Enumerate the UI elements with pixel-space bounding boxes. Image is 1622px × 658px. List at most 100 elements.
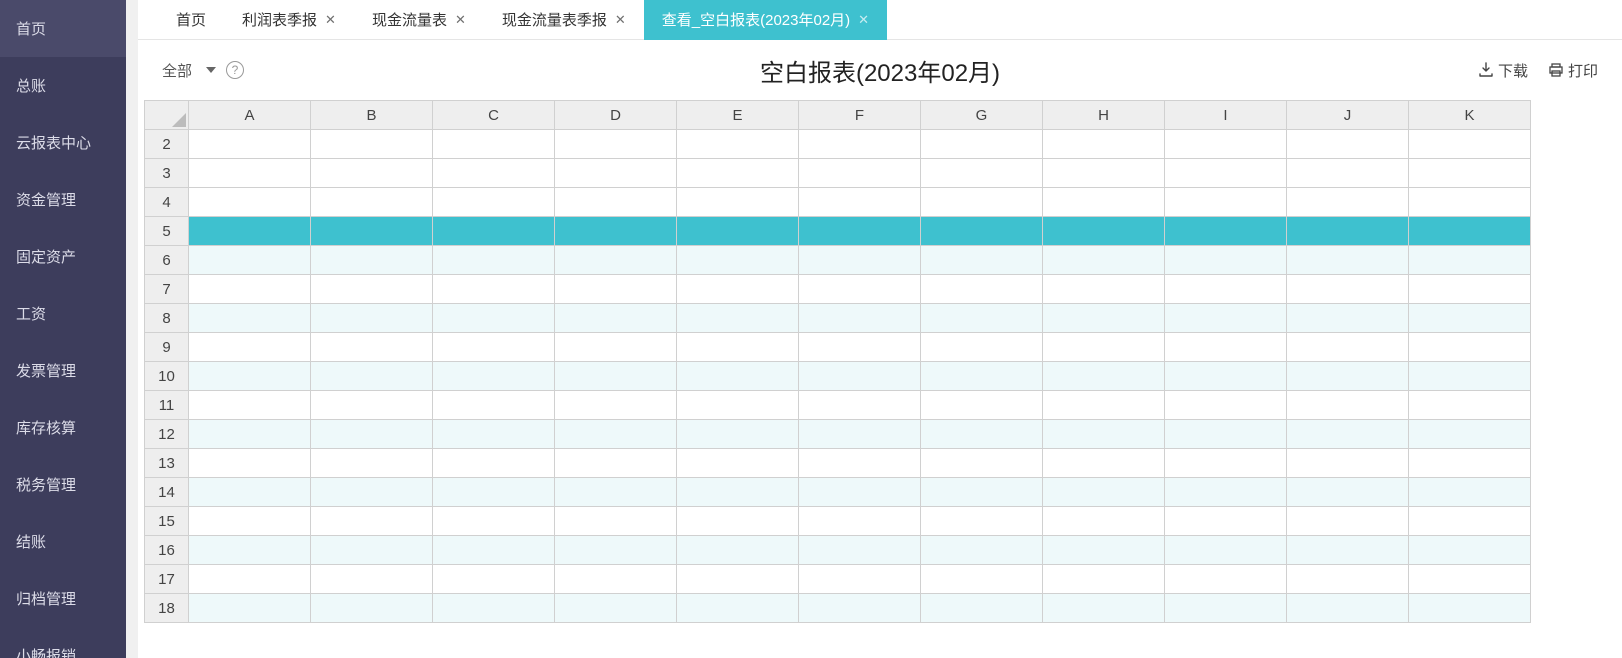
spreadsheet[interactable]: ABCDEFGHIJK23456789101112131415161718: [138, 100, 1622, 658]
cell-H14[interactable]: [1043, 478, 1165, 507]
cell-F18[interactable]: [799, 594, 921, 623]
cell-A15[interactable]: [189, 507, 311, 536]
tab-0[interactable]: 首页: [158, 0, 224, 40]
cell-A13[interactable]: [189, 449, 311, 478]
cell-K18[interactable]: [1409, 594, 1531, 623]
cell-B12[interactable]: [311, 420, 433, 449]
sidebar-item-8[interactable]: 税务管理: [0, 456, 126, 513]
cell-F2[interactable]: [799, 130, 921, 159]
cell-J15[interactable]: [1287, 507, 1409, 536]
cell-K8[interactable]: [1409, 304, 1531, 333]
cell-I17[interactable]: [1165, 565, 1287, 594]
print-button[interactable]: 打印: [1548, 60, 1598, 81]
cell-H9[interactable]: [1043, 333, 1165, 362]
column-header-E[interactable]: E: [677, 101, 799, 130]
cell-D13[interactable]: [555, 449, 677, 478]
column-header-A[interactable]: A: [189, 101, 311, 130]
cell-I9[interactable]: [1165, 333, 1287, 362]
cell-H3[interactable]: [1043, 159, 1165, 188]
sidebar-item-7[interactable]: 库存核算: [0, 399, 126, 456]
cell-K7[interactable]: [1409, 275, 1531, 304]
cell-G4[interactable]: [921, 188, 1043, 217]
cell-J11[interactable]: [1287, 391, 1409, 420]
cell-I2[interactable]: [1165, 130, 1287, 159]
cell-E16[interactable]: [677, 536, 799, 565]
cell-I15[interactable]: [1165, 507, 1287, 536]
cell-E13[interactable]: [677, 449, 799, 478]
cell-A7[interactable]: [189, 275, 311, 304]
cell-C14[interactable]: [433, 478, 555, 507]
cell-D18[interactable]: [555, 594, 677, 623]
cell-K13[interactable]: [1409, 449, 1531, 478]
cell-H11[interactable]: [1043, 391, 1165, 420]
cell-A8[interactable]: [189, 304, 311, 333]
cell-H5[interactable]: [1043, 217, 1165, 246]
cell-J13[interactable]: [1287, 449, 1409, 478]
cell-A16[interactable]: [189, 536, 311, 565]
cell-E8[interactable]: [677, 304, 799, 333]
cell-B13[interactable]: [311, 449, 433, 478]
cell-A18[interactable]: [189, 594, 311, 623]
row-header-14[interactable]: 14: [145, 478, 189, 507]
cell-C6[interactable]: [433, 246, 555, 275]
cell-I7[interactable]: [1165, 275, 1287, 304]
cell-E12[interactable]: [677, 420, 799, 449]
row-header-4[interactable]: 4: [145, 188, 189, 217]
cell-J10[interactable]: [1287, 362, 1409, 391]
tab-4[interactable]: 查看_空白报表(2023年02月)✕: [644, 0, 887, 40]
cell-A6[interactable]: [189, 246, 311, 275]
cell-H6[interactable]: [1043, 246, 1165, 275]
cell-J6[interactable]: [1287, 246, 1409, 275]
cell-H12[interactable]: [1043, 420, 1165, 449]
cell-K16[interactable]: [1409, 536, 1531, 565]
cell-C2[interactable]: [433, 130, 555, 159]
row-header-10[interactable]: 10: [145, 362, 189, 391]
cell-B2[interactable]: [311, 130, 433, 159]
cell-B9[interactable]: [311, 333, 433, 362]
cell-B15[interactable]: [311, 507, 433, 536]
cell-G6[interactable]: [921, 246, 1043, 275]
sidebar-item-6[interactable]: 发票管理: [0, 342, 126, 399]
cell-G17[interactable]: [921, 565, 1043, 594]
cell-J4[interactable]: [1287, 188, 1409, 217]
cell-F14[interactable]: [799, 478, 921, 507]
cell-J3[interactable]: [1287, 159, 1409, 188]
cell-F6[interactable]: [799, 246, 921, 275]
cell-J14[interactable]: [1287, 478, 1409, 507]
cell-H17[interactable]: [1043, 565, 1165, 594]
cell-I10[interactable]: [1165, 362, 1287, 391]
cell-D2[interactable]: [555, 130, 677, 159]
cell-G15[interactable]: [921, 507, 1043, 536]
cell-H2[interactable]: [1043, 130, 1165, 159]
cell-K6[interactable]: [1409, 246, 1531, 275]
cell-A11[interactable]: [189, 391, 311, 420]
cell-D17[interactable]: [555, 565, 677, 594]
cell-D5[interactable]: [555, 217, 677, 246]
cell-A12[interactable]: [189, 420, 311, 449]
cell-D15[interactable]: [555, 507, 677, 536]
close-icon[interactable]: ✕: [325, 12, 336, 28]
cell-K15[interactable]: [1409, 507, 1531, 536]
cell-E9[interactable]: [677, 333, 799, 362]
sidebar-scrollbar[interactable]: [126, 0, 138, 658]
row-header-17[interactable]: 17: [145, 565, 189, 594]
cell-F12[interactable]: [799, 420, 921, 449]
cell-D3[interactable]: [555, 159, 677, 188]
cell-H10[interactable]: [1043, 362, 1165, 391]
row-header-6[interactable]: 6: [145, 246, 189, 275]
cell-I13[interactable]: [1165, 449, 1287, 478]
cell-E4[interactable]: [677, 188, 799, 217]
cell-C17[interactable]: [433, 565, 555, 594]
cell-B4[interactable]: [311, 188, 433, 217]
cell-D11[interactable]: [555, 391, 677, 420]
sidebar-item-2[interactable]: 云报表中心: [0, 114, 126, 171]
cell-I8[interactable]: [1165, 304, 1287, 333]
cell-F9[interactable]: [799, 333, 921, 362]
cell-G5[interactable]: [921, 217, 1043, 246]
cell-D4[interactable]: [555, 188, 677, 217]
cell-E17[interactable]: [677, 565, 799, 594]
cell-J16[interactable]: [1287, 536, 1409, 565]
column-header-J[interactable]: J: [1287, 101, 1409, 130]
cell-I18[interactable]: [1165, 594, 1287, 623]
cell-G9[interactable]: [921, 333, 1043, 362]
